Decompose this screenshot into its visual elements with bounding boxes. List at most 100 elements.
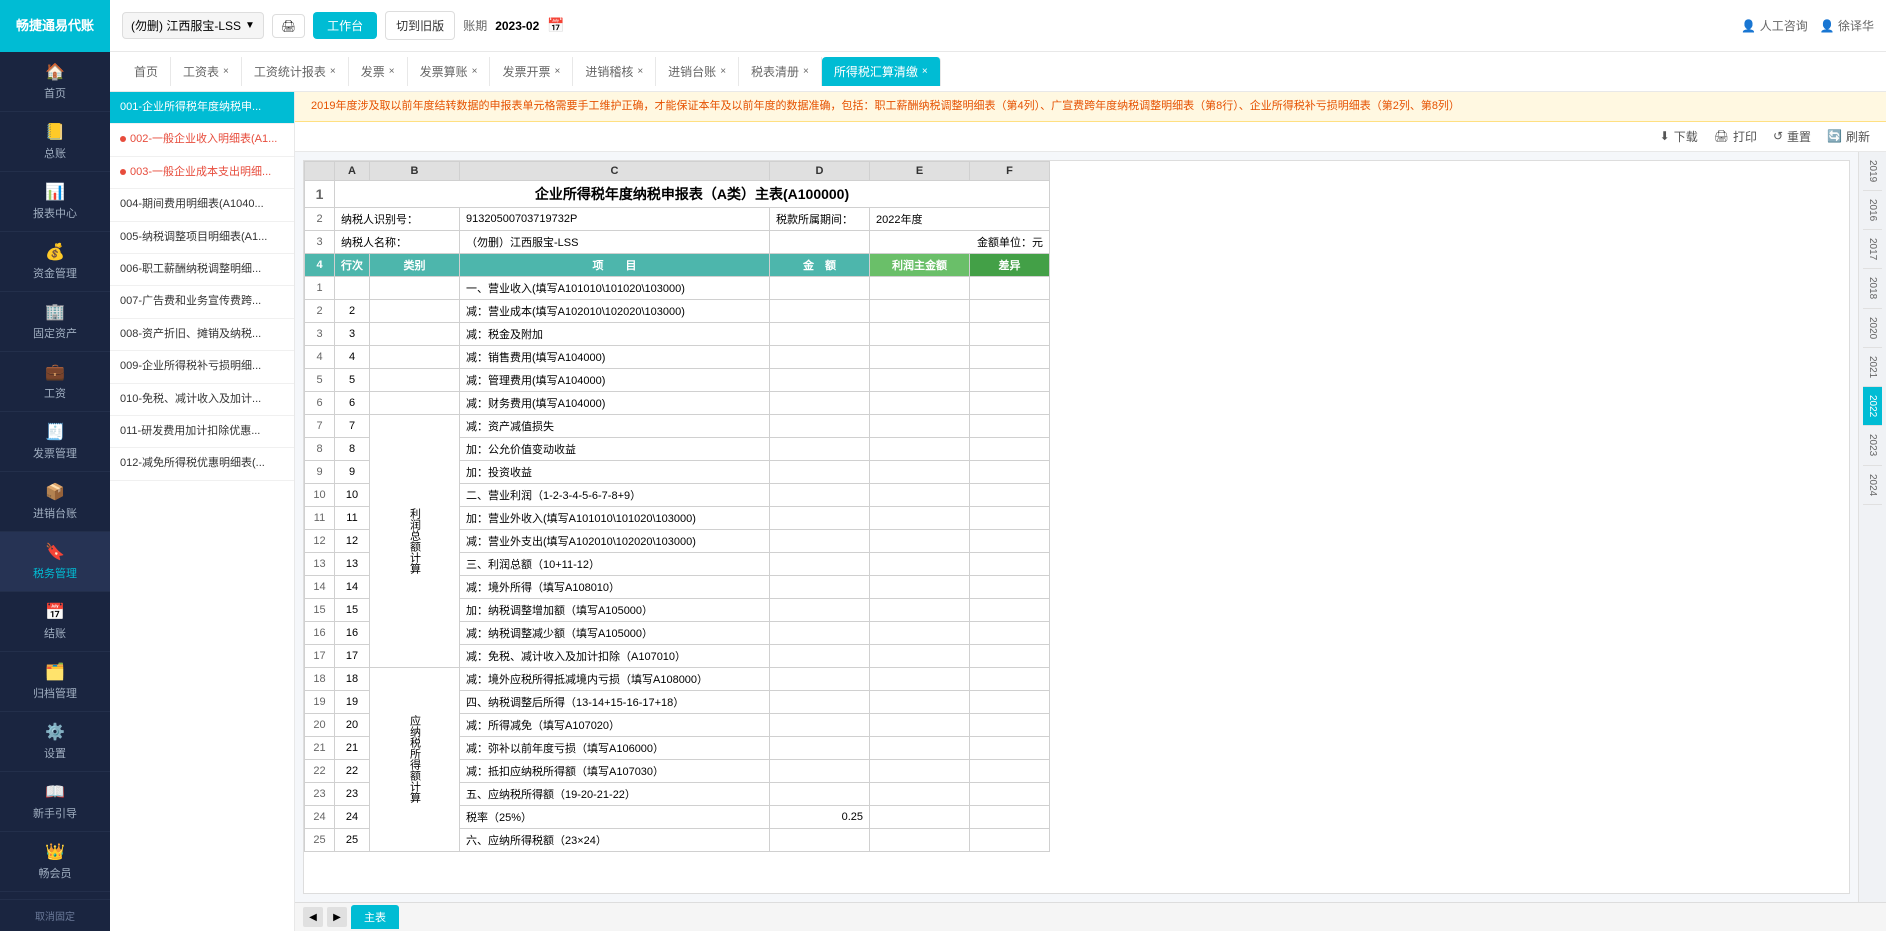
tab-close-purchase-check[interactable]: × <box>637 66 643 77</box>
left-panel-item-011[interactable]: 011-研发费用加计扣除优惠... <box>110 416 294 448</box>
sidebar-item-fund[interactable]: 💰 资金管理 <box>0 232 110 292</box>
amount-cell[interactable] <box>770 552 870 575</box>
amount-cell[interactable]: 0.25 <box>770 805 870 828</box>
sheet-next-btn[interactable]: ▶ <box>327 907 347 927</box>
amount-cell[interactable] <box>770 391 870 414</box>
tab-tax-clear[interactable]: 税表清册 × <box>739 57 822 86</box>
sidebar-pin-toggle[interactable]: 取消固定 <box>0 899 110 931</box>
diff-cell <box>970 667 1050 690</box>
amount-cell[interactable] <box>770 529 870 552</box>
year-2018[interactable]: 2018 <box>1863 269 1882 308</box>
amount-cell[interactable] <box>770 736 870 759</box>
left-panel-item-003[interactable]: 003-一般企业成本支出明细... <box>110 157 294 189</box>
sidebar-item-archive[interactable]: 🗂️ 归档管理 <box>0 652 110 712</box>
year-2023[interactable]: 2023 <box>1863 426 1882 465</box>
amount-cell[interactable] <box>770 345 870 368</box>
tab-tax-calc[interactable]: 所得税汇算清缴 × <box>822 57 941 86</box>
sidebar-item-assets[interactable]: 🏢 固定资产 <box>0 292 110 352</box>
user-btn[interactable]: 👤 徐译华 <box>1820 17 1874 34</box>
amount-cell[interactable] <box>770 322 870 345</box>
year-2022[interactable]: 2022 <box>1863 387 1882 426</box>
amount-cell[interactable] <box>770 414 870 437</box>
amount-cell[interactable] <box>770 368 870 391</box>
tab-salary[interactable]: 工资表 × <box>171 57 242 86</box>
amount-cell[interactable] <box>770 460 870 483</box>
spreadsheet[interactable]: A B C D E F 1 企业所 <box>303 160 1850 895</box>
tab-invoice-calc[interactable]: 发票算账 × <box>408 57 491 86</box>
left-panel-item-004[interactable]: 004-期间费用明细表(A1040... <box>110 189 294 221</box>
sheet-prev-btn[interactable]: ◀ <box>303 907 323 927</box>
left-panel-item-007[interactable]: 007-广告费和业务宣传费跨... <box>110 286 294 318</box>
sidebar-item-guide[interactable]: 📖 新手引导 <box>0 772 110 832</box>
tab-close-invoice-open[interactable]: × <box>554 66 560 77</box>
sidebar-item-report[interactable]: 📊 报表中心 <box>0 172 110 232</box>
sidebar-item-close[interactable]: 📅 结账 <box>0 592 110 652</box>
amount-cell[interactable] <box>770 782 870 805</box>
item-cell: 减：免税、减计收入及加计扣除（A107010） <box>460 644 770 667</box>
amount-cell[interactable] <box>770 506 870 529</box>
left-panel-item-005[interactable]: 005-纳税调整项目明细表(A1... <box>110 222 294 254</box>
amount-cell[interactable] <box>770 598 870 621</box>
left-panel-item-001[interactable]: 001-企业所得税年度纳税申... <box>110 92 294 124</box>
print-button[interactable]: 🖨 打印 <box>1714 128 1757 145</box>
amount-cell[interactable] <box>770 621 870 644</box>
left-panel-item-009[interactable]: 009-企业所得税补亏损明细... <box>110 351 294 383</box>
sidebar-item-invoice[interactable]: 🧾 发票管理 <box>0 412 110 472</box>
left-panel-item-008[interactable]: 008-资产折旧、摊销及纳税... <box>110 319 294 351</box>
sidebar-item-home[interactable]: 🏠 首页 <box>0 52 110 112</box>
amount-cell[interactable] <box>770 276 870 299</box>
tab-close-tax-calc[interactable]: × <box>922 66 928 77</box>
sidebar-item-tax[interactable]: 🔖 税务管理 <box>0 532 110 592</box>
tab-purchase-check[interactable]: 进销稽核 × <box>573 57 656 86</box>
profit-cell <box>870 736 970 759</box>
sidebar-item-ledger[interactable]: 📒 总账 <box>0 112 110 172</box>
tab-invoice-open[interactable]: 发票开票 × <box>490 57 573 86</box>
home-icon: 🏠 <box>45 62 65 82</box>
year-2020[interactable]: 2020 <box>1863 309 1882 348</box>
year-2024[interactable]: 2024 <box>1863 466 1882 505</box>
service-btn[interactable]: 👤 人工咨询 <box>1741 17 1807 34</box>
left-panel-item-002[interactable]: 002-一般企业收入明细表(A1... <box>110 124 294 156</box>
tab-close-invoice[interactable]: × <box>389 66 395 77</box>
sidebar-item-salary[interactable]: 💼 工资 <box>0 352 110 412</box>
refresh-button[interactable]: 🔄 刷新 <box>1827 128 1870 145</box>
tab-salary-stat[interactable]: 工资统计报表 × <box>242 57 349 86</box>
sidebar-item-settings[interactable]: ⚙️ 设置 <box>0 712 110 772</box>
company-selector[interactable]: (勿删) 江西服宝-LSS ▼ <box>122 12 264 39</box>
amount-cell[interactable] <box>770 299 870 322</box>
amount-cell[interactable] <box>770 437 870 460</box>
left-panel-item-012[interactable]: 012-减免所得税优惠明细表(... <box>110 448 294 480</box>
workbench-button[interactable]: 工作台 <box>313 12 377 39</box>
amount-cell[interactable] <box>770 828 870 851</box>
switch-version-button[interactable]: 切到旧版 <box>385 11 455 40</box>
col-label-amount: 金 额 <box>770 253 870 276</box>
tab-close-purchase-ledger[interactable]: × <box>720 66 726 77</box>
amount-cell[interactable] <box>770 667 870 690</box>
tab-close-invoice-calc[interactable]: × <box>472 66 478 77</box>
left-panel-item-006[interactable]: 006-职工薪酬纳税调整明细... <box>110 254 294 286</box>
left-panel-item-010[interactable]: 010-免税、减计收入及加计... <box>110 384 294 416</box>
tab-close-salary[interactable]: × <box>223 66 229 77</box>
tab-close-tax-clear[interactable]: × <box>803 66 809 77</box>
year-2019[interactable]: 2019 <box>1863 152 1882 191</box>
amount-cell[interactable] <box>770 644 870 667</box>
sheet-tab-main[interactable]: 主表 <box>351 905 399 929</box>
download-button[interactable]: ⬇ 下载 <box>1660 128 1698 145</box>
tab-close-salary-stat[interactable]: × <box>330 66 336 77</box>
row-num: 2 <box>305 299 335 322</box>
tab-purchase-ledger[interactable]: 进销台账 × <box>656 57 739 86</box>
amount-cell[interactable] <box>770 713 870 736</box>
year-2017[interactable]: 2017 <box>1863 230 1882 269</box>
year-2021[interactable]: 2021 <box>1863 348 1882 387</box>
amount-cell[interactable] <box>770 759 870 782</box>
tab-home[interactable]: 首页 <box>122 57 171 86</box>
year-2016[interactable]: 2016 <box>1863 191 1882 230</box>
amount-cell[interactable] <box>770 575 870 598</box>
sidebar-item-member[interactable]: 👑 畅会员 <box>0 832 110 892</box>
sidebar-item-purchase[interactable]: 📦 进销台账 <box>0 472 110 532</box>
print-icon-btn[interactable]: 🖨 <box>272 14 305 38</box>
amount-cell[interactable] <box>770 690 870 713</box>
amount-cell[interactable] <box>770 483 870 506</box>
reset-button[interactable]: ↺ 重置 <box>1773 128 1811 145</box>
tab-invoice[interactable]: 发票 × <box>349 57 408 86</box>
